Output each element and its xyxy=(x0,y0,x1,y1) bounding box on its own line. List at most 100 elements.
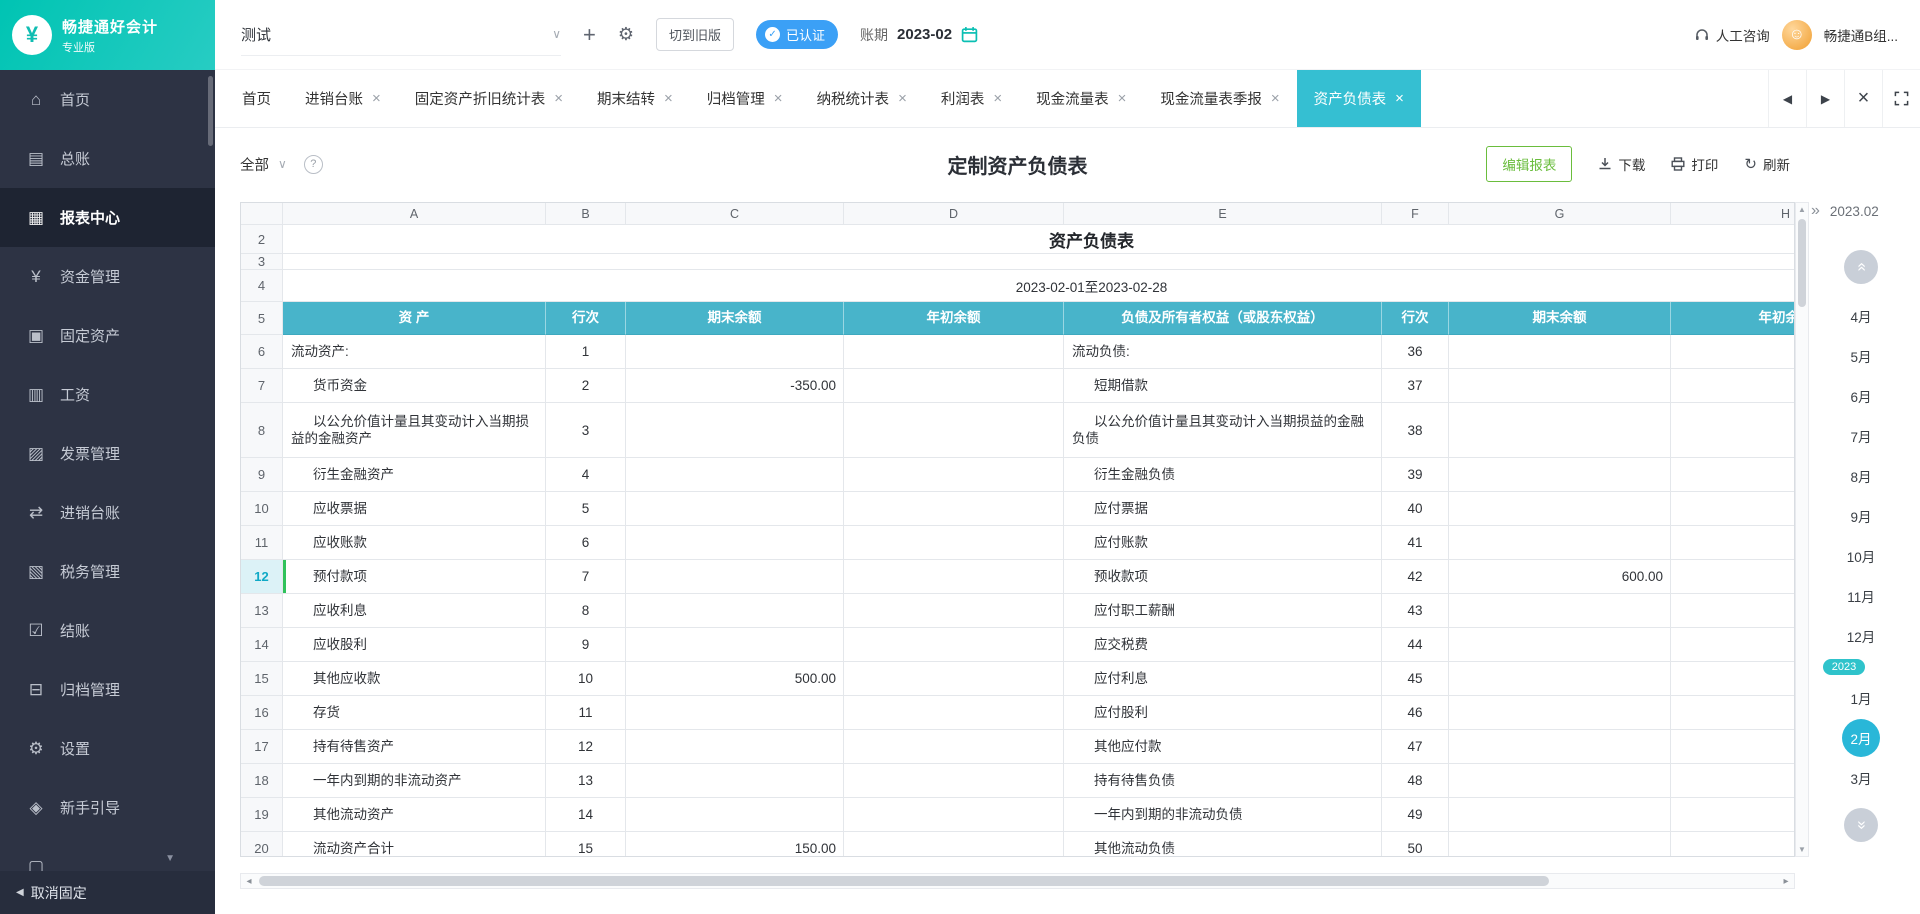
row-header-19[interactable]: 19 xyxy=(241,798,283,832)
cell-A9[interactable]: 衍生金融资产 xyxy=(283,458,546,492)
cell-E14[interactable]: 应交税费 xyxy=(1064,628,1382,662)
cell-F10[interactable]: 40 xyxy=(1382,492,1449,526)
row-header-15[interactable]: 15 xyxy=(241,662,283,696)
cell-G11[interactable] xyxy=(1449,526,1671,560)
month-item-4[interactable]: 8月 xyxy=(1830,456,1892,496)
cell-D16[interactable] xyxy=(844,696,1064,730)
cell-B18[interactable]: 13 xyxy=(546,764,626,798)
cell-E12[interactable]: 预收款项 xyxy=(1064,560,1382,594)
row-header-3[interactable]: 3 xyxy=(241,254,283,270)
cell-E18[interactable]: 持有待售负债 xyxy=(1064,764,1382,798)
cell-A13[interactable]: 应收利息 xyxy=(283,594,546,628)
sheet-report-title[interactable]: 资产负债表 xyxy=(283,225,1794,254)
sidebar-scrollbar-thumb[interactable] xyxy=(208,76,213,146)
sidebar-scroll-down-icon[interactable]: ▼ xyxy=(165,853,175,864)
cell-B19[interactable]: 14 xyxy=(546,798,626,832)
cell-B7[interactable]: 2 xyxy=(546,369,626,403)
account-set-select[interactable]: 测试 ∨ xyxy=(241,13,561,56)
select-all-corner[interactable] xyxy=(241,203,283,225)
cell-G9[interactable] xyxy=(1449,458,1671,492)
cell-A18[interactable]: 一年内到期的非流动资产 xyxy=(283,764,546,798)
tab-close-icon[interactable]: × xyxy=(372,90,381,107)
sidebar-item-funds[interactable]: ¥ 资金管理 xyxy=(0,247,215,306)
cell-E7[interactable]: 短期借款 xyxy=(1064,369,1382,403)
cell-F12[interactable]: 42 xyxy=(1382,560,1449,594)
cell-C9[interactable] xyxy=(626,458,844,492)
cell-B12[interactable]: 7 xyxy=(546,560,626,594)
cell-H17[interactable] xyxy=(1671,730,1794,764)
cell-H16[interactable] xyxy=(1671,696,1794,730)
cell-B11[interactable]: 6 xyxy=(546,526,626,560)
cell-D9[interactable] xyxy=(844,458,1064,492)
cell-G6[interactable] xyxy=(1449,335,1671,369)
row-header-17[interactable]: 17 xyxy=(241,730,283,764)
cell-B20[interactable]: 15 xyxy=(546,832,626,856)
scroll-up-icon[interactable]: ▲ xyxy=(1796,205,1808,214)
row-header-10[interactable]: 10 xyxy=(241,492,283,526)
year-badge[interactable]: 2023 xyxy=(1822,659,1866,675)
tab-2[interactable]: 固定资产折旧统计表 × xyxy=(398,70,580,127)
sidebar-item-home[interactable]: ⌂ 首页 xyxy=(0,70,215,129)
cell-F15[interactable]: 45 xyxy=(1382,662,1449,696)
cell-G18[interactable] xyxy=(1449,764,1671,798)
month-item-7[interactable]: 11月 xyxy=(1830,576,1892,616)
sidebar-item-clipped[interactable]: ▢ xyxy=(0,837,215,872)
cell-E19[interactable]: 一年内到期的非流动负债 xyxy=(1064,798,1382,832)
row-header-7[interactable]: 7 xyxy=(241,369,283,403)
header-cell-A[interactable]: 资 产 xyxy=(283,302,546,335)
tab-4[interactable]: 归档管理 × xyxy=(690,70,800,127)
cell-B14[interactable]: 9 xyxy=(546,628,626,662)
cell-A10[interactable]: 应收票据 xyxy=(283,492,546,526)
cell-A19[interactable]: 其他流动资产 xyxy=(283,798,546,832)
print-button[interactable]: 打印 xyxy=(1671,154,1718,174)
row-header-11[interactable]: 11 xyxy=(241,526,283,560)
cell-B10[interactable]: 5 xyxy=(546,492,626,526)
sheet-period-cell[interactable]: 2023-02-01至2023-02-28 xyxy=(283,270,1794,302)
cell-H11[interactable] xyxy=(1671,526,1794,560)
cell-H19[interactable] xyxy=(1671,798,1794,832)
months-page-up-button[interactable]: « xyxy=(1844,250,1878,284)
sidebar-item-salary[interactable]: ▥ 工资 xyxy=(0,365,215,424)
avatar[interactable]: ☺ xyxy=(1781,19,1812,50)
cell-G19[interactable] xyxy=(1449,798,1671,832)
column-header-H[interactable]: H xyxy=(1671,203,1794,225)
cell-A17[interactable]: 持有待售资产 xyxy=(283,730,546,764)
cell-G15[interactable] xyxy=(1449,662,1671,696)
cell-C7[interactable]: -350.00 xyxy=(626,369,844,403)
cell-D19[interactable] xyxy=(844,798,1064,832)
cell-A16[interactable]: 存货 xyxy=(283,696,546,730)
tab-close-icon[interactable]: × xyxy=(898,90,907,107)
horizontal-scrollbar[interactable]: ◂ ▸ xyxy=(240,873,1795,889)
header-cell-F[interactable]: 行次 xyxy=(1382,302,1449,335)
tab-9[interactable]: 资产负债表 × xyxy=(1296,70,1421,127)
header-cell-G[interactable]: 期末余额 xyxy=(1449,302,1671,335)
cell-C18[interactable] xyxy=(626,764,844,798)
cell-E20[interactable]: 其他流动负债 xyxy=(1064,832,1382,856)
cell-C8[interactable] xyxy=(626,403,844,458)
cell-D12[interactable] xyxy=(844,560,1064,594)
unpin-sidebar-button[interactable]: ◀ 取消固定 xyxy=(0,871,215,914)
cell-G14[interactable] xyxy=(1449,628,1671,662)
header-cell-E[interactable]: 负债及所有者权益（或股东权益） xyxy=(1064,302,1382,335)
header-cell-D[interactable]: 年初余额 xyxy=(844,302,1064,335)
cell-D7[interactable] xyxy=(844,369,1064,403)
tab-close-icon[interactable]: × xyxy=(1118,90,1127,107)
cell-D14[interactable] xyxy=(844,628,1064,662)
month-item-10[interactable]: 2月 xyxy=(1842,719,1880,757)
cell-E15[interactable]: 应付利息 xyxy=(1064,662,1382,696)
months-page-down-button[interactable]: « xyxy=(1844,808,1878,842)
cell-D18[interactable] xyxy=(844,764,1064,798)
row-header-8[interactable]: 8 xyxy=(241,403,283,458)
cell-G13[interactable] xyxy=(1449,594,1671,628)
period-value[interactable]: 2023-02 xyxy=(897,26,952,43)
row-header-14[interactable]: 14 xyxy=(241,628,283,662)
vertical-scrollbar[interactable]: ▲ ▼ xyxy=(1795,202,1809,857)
sidebar-item-closing[interactable]: ☑ 结账 xyxy=(0,601,215,660)
cell-D17[interactable] xyxy=(844,730,1064,764)
cell-B6[interactable]: 1 xyxy=(546,335,626,369)
download-button[interactable]: 下载 xyxy=(1598,154,1645,174)
cell-E8[interactable]: 以公允价值计量且其变动计入当期损益的金融负债 xyxy=(1064,403,1382,458)
month-item-0[interactable]: 4月 xyxy=(1830,296,1892,336)
tab-6[interactable]: 利润表 × xyxy=(924,70,1019,127)
month-item-1[interactable]: 5月 xyxy=(1830,336,1892,376)
